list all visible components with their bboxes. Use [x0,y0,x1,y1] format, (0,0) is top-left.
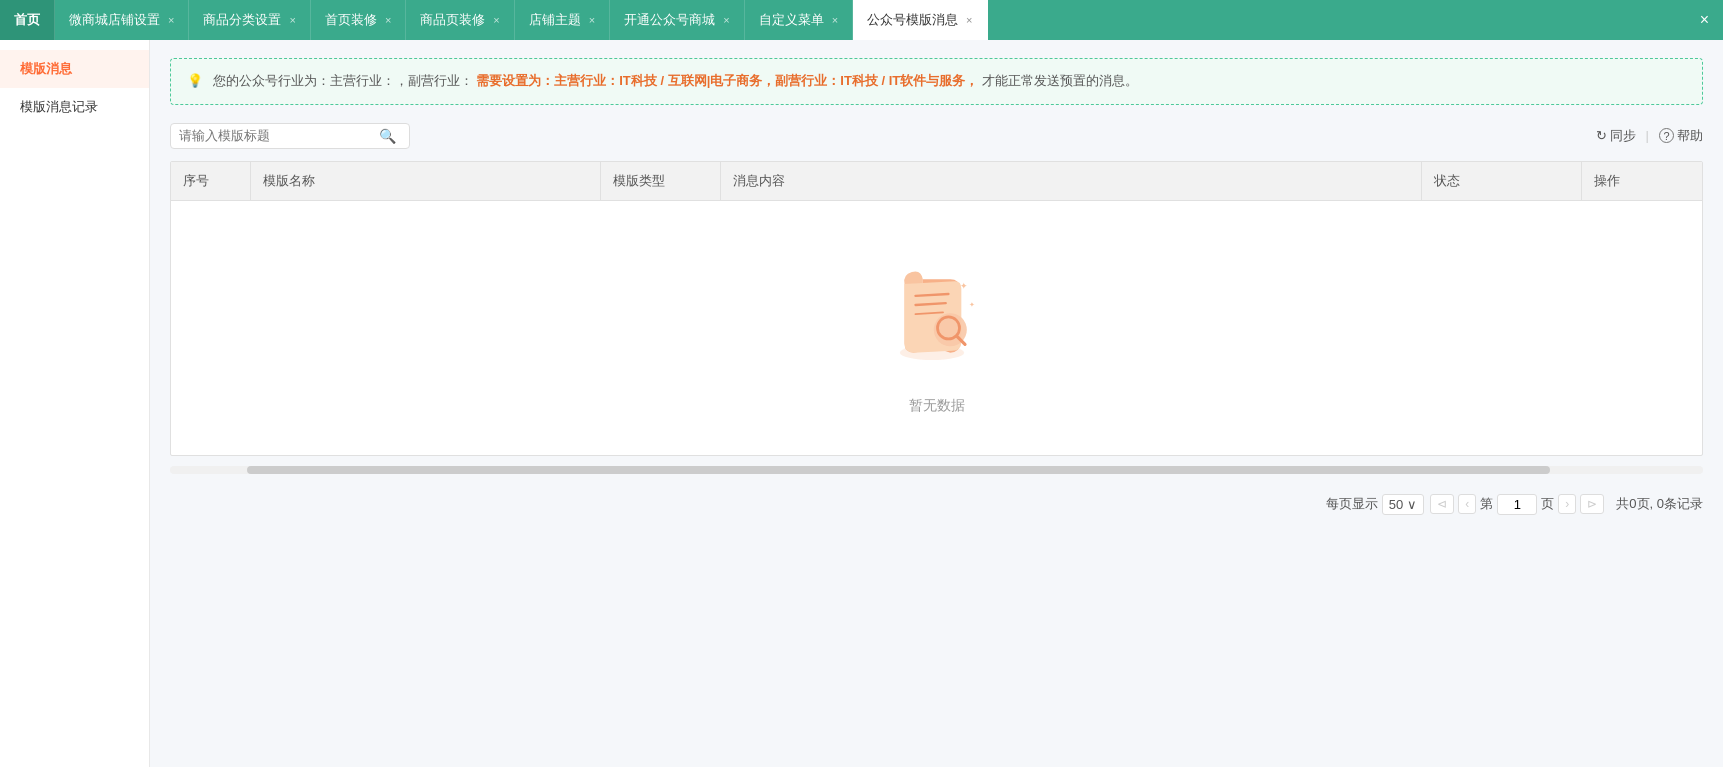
last-page-button[interactable]: ⊳ [1580,494,1604,514]
sync-button[interactable]: ↻ 同步 [1596,127,1636,145]
help-icon: ? [1659,128,1674,143]
search-row: 🔍 ↻ 同步 | ? 帮助 [170,123,1703,149]
svg-text:✦: ✦ [968,300,974,309]
tab-bar: 首页微商城店铺设置×商品分类设置×首页装修×商品页装修×店铺主题×开通公众号商城… [0,0,1723,40]
first-page-button[interactable]: ⊲ [1430,494,1454,514]
tab-wechat-shop[interactable]: 开通公众号商城 × [610,0,744,40]
tab-close-button[interactable]: × [966,14,972,26]
main-content: 💡 您的公众号行业为：主营行业：，副营行业： 需要设置为：主营行业：IT科技 /… [150,40,1723,767]
page-size-dropdown[interactable]: 50 ∨ [1382,494,1424,515]
tab-shop-settings[interactable]: 微商城店铺设置 × [55,0,189,40]
col-name: 模版名称 [251,162,601,200]
tab-close-button[interactable]: × [168,14,174,26]
pagination: 每页显示 50 ∨ ⊲ ‹ 第 页 › ⊳ 共0页, 0条记录 [170,484,1703,519]
empty-text: 暂无数据 [909,397,965,415]
help-button[interactable]: ? 帮助 [1659,127,1703,145]
col-type: 模版类型 [601,162,721,200]
table-header: 序号 模版名称 模版类型 消息内容 状态 操作 [171,162,1702,201]
tab-label: 自定义菜单 [759,11,824,29]
tab-label: 开通公众号商城 [624,11,715,29]
sidebar-item-template-record[interactable]: 模版消息记录 [0,88,149,126]
tab-label: 商品分类设置 [203,11,281,29]
search-icon-button[interactable]: 🔍 [379,128,396,144]
page-number-input[interactable] [1497,494,1537,515]
tab-close-button[interactable]: × [289,14,295,26]
tab-store-theme[interactable]: 店铺主题 × [515,0,610,40]
sync-icon: ↻ [1596,128,1607,143]
page-word: 第 [1480,495,1493,513]
tab-close-button[interactable]: × [385,14,391,26]
search-input-wrap: 🔍 [170,123,410,149]
tab-template-message[interactable]: 公众号模版消息 × [853,0,987,40]
page-size-value: 50 [1389,497,1403,512]
empty-state: ✦ ✦ 暂无数据 [171,201,1702,455]
svg-text:✦: ✦ [959,280,967,290]
sidebar: 模版消息模版消息记录 [0,40,150,767]
col-content: 消息内容 [721,162,1422,200]
tab-close-button[interactable]: × [723,14,729,26]
tab-close-button[interactable]: × [589,14,595,26]
notice-icon: 💡 [187,73,203,88]
tab-label: 公众号模版消息 [867,11,958,29]
tab-label: 店铺主题 [529,11,581,29]
sync-help-area: ↻ 同步 | ? 帮助 [1596,127,1703,145]
col-actions: 操作 [1582,162,1702,200]
empty-icon: ✦ ✦ [877,261,997,381]
notice-banner: 💡 您的公众号行业为：主营行业：，副营行业： 需要设置为：主营行业：IT科技 /… [170,58,1703,105]
tab-label: 商品页装修 [420,11,485,29]
main-layout: 模版消息模版消息记录 💡 您的公众号行业为：主营行业：，副营行业： 需要设置为：… [0,40,1723,767]
page-nav: ⊲ ‹ 第 页 › ⊳ [1430,494,1604,515]
sidebar-item-template-message[interactable]: 模版消息 [0,50,149,88]
divider: | [1646,128,1649,143]
notice-highlight: 需要设置为：主营行业：IT科技 / 互联网|电子商务，副营行业：IT科技 / I… [476,73,978,88]
dropdown-arrow-icon: ∨ [1407,497,1417,512]
col-status: 状态 [1422,162,1582,200]
notice-suffix: 才能正常发送预置的消息。 [982,73,1138,88]
global-close-button[interactable]: × [1686,11,1723,29]
tab-category-settings[interactable]: 商品分类设置 × [189,0,310,40]
tab-close-button[interactable]: × [832,14,838,26]
search-input[interactable] [179,128,379,143]
tab-product-decor[interactable]: 商品页装修 × [406,0,514,40]
prev-page-button[interactable]: ‹ [1458,494,1476,514]
tab-homepage-decor[interactable]: 首页装修 × [311,0,406,40]
tab-close-button[interactable]: × [493,14,499,26]
page-unit: 页 [1541,495,1554,513]
data-table: 序号 模版名称 模版类型 消息内容 状态 操作 [170,161,1703,456]
notice-prefix: 您的公众号行业为：主营行业：，副营行业： [213,73,473,88]
page-size-label: 每页显示 [1326,495,1378,513]
tab-custom-menu[interactable]: 自定义菜单 × [745,0,853,40]
page-size-select: 每页显示 50 ∨ [1326,494,1424,515]
tab-label: 微商城店铺设置 [69,11,160,29]
scrollbar-thumb[interactable] [247,466,1550,474]
col-index: 序号 [171,162,251,200]
tab-home[interactable]: 首页 [0,0,55,40]
total-info: 共0页, 0条记录 [1616,495,1703,513]
horizontal-scrollbar[interactable] [170,466,1703,474]
tab-label: 首页装修 [325,11,377,29]
next-page-button[interactable]: › [1558,494,1576,514]
tab-label: 首页 [14,11,40,29]
